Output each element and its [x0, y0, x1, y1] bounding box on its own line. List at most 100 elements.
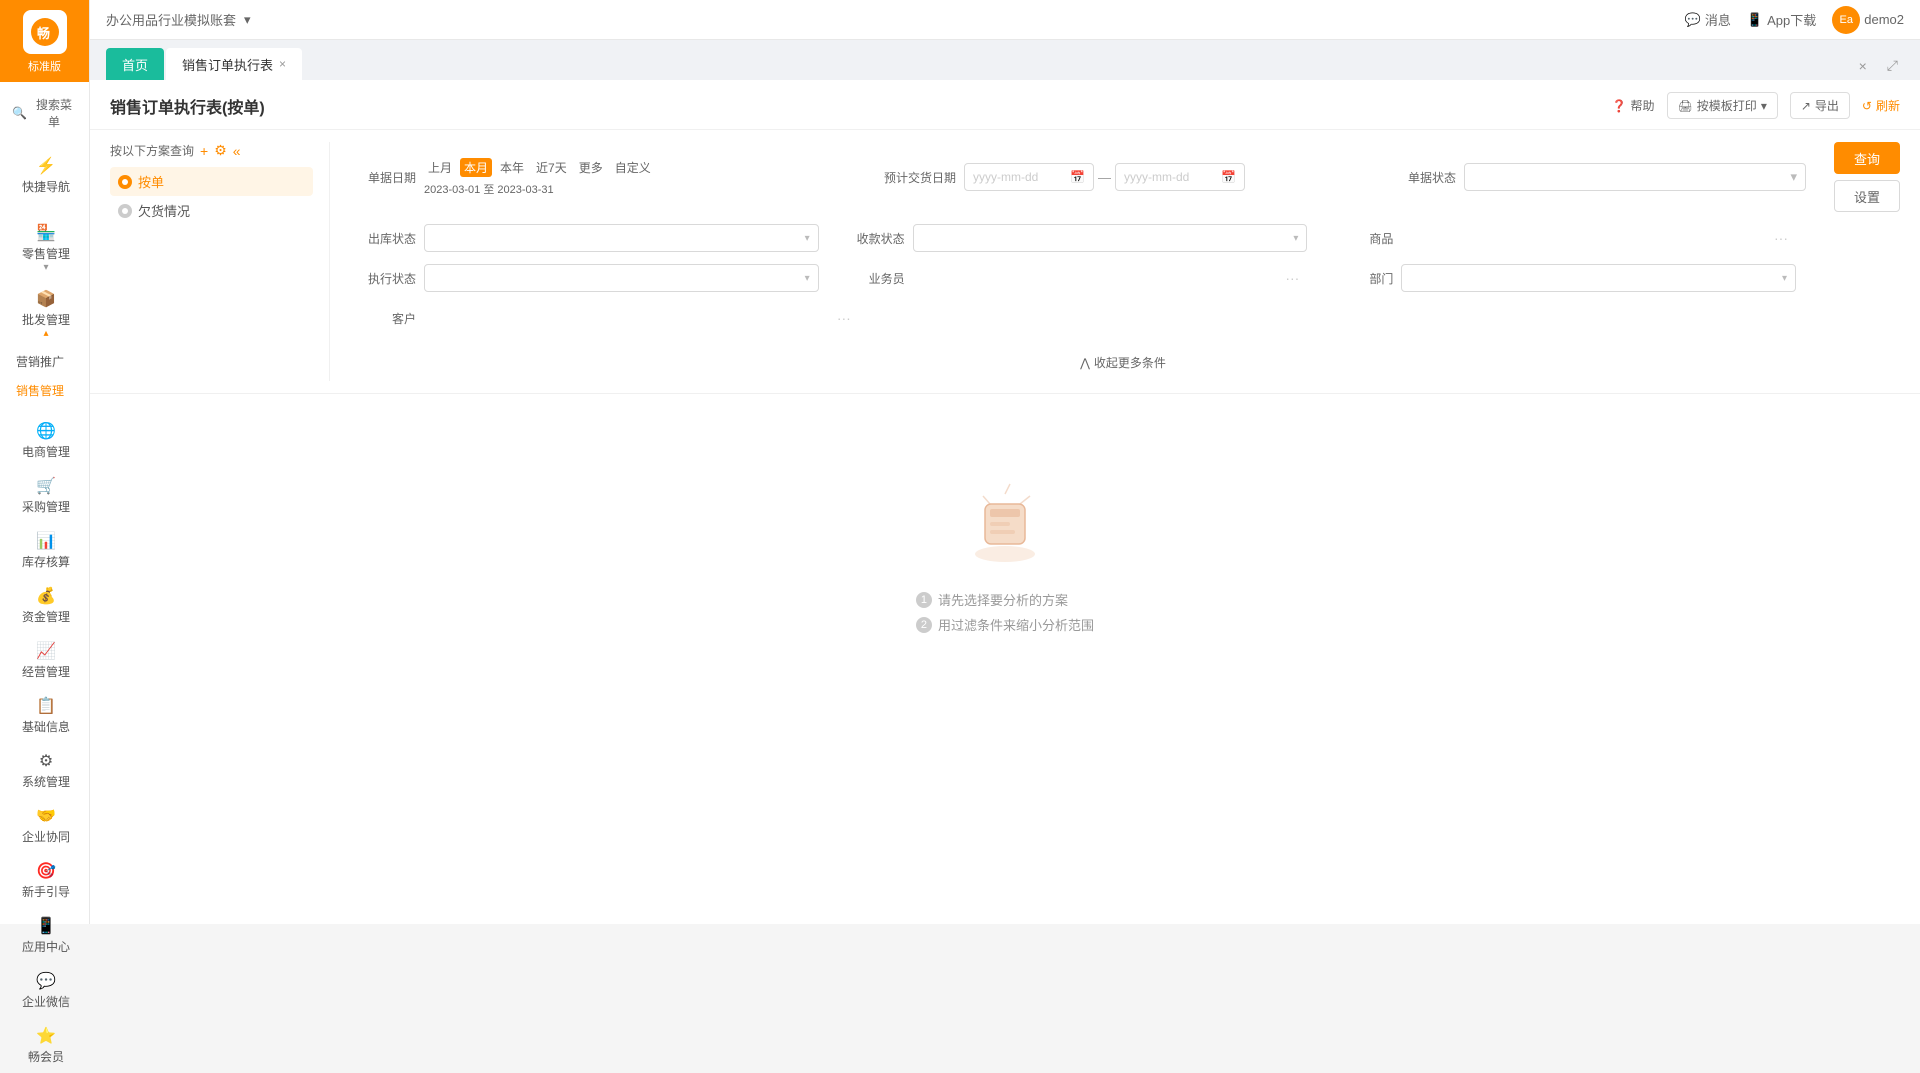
topbar-right: 💬 消息 📱 App下载 Ea demo2	[1685, 6, 1904, 34]
goods-select[interactable]: ···	[1401, 224, 1796, 252]
date-tab-custom[interactable]: 自定义	[611, 158, 655, 177]
sidebar-item-inventory[interactable]: 📊 库存核算	[0, 523, 89, 578]
filter-scheme-item-欠货情况[interactable]: 欠货情况	[110, 196, 313, 225]
logo-icon: 畅	[23, 10, 67, 54]
filter-field-delivery: 预计交货日期 yyyy-mm-dd 📅 — yyyy-mm-dd 📅	[866, 163, 1370, 191]
filter-left-panel: 按以下方案查询 + ⚙ « 按单 欠货情况	[110, 142, 330, 381]
date-range-tabs: 上月 本月 本年 近7天 更多 自定义	[424, 158, 850, 177]
refresh-icon: ↺	[1862, 99, 1872, 113]
salesperson-label: 业务员	[835, 270, 905, 287]
topbar-arrow[interactable]: ▾	[244, 12, 251, 28]
sidebar-sub-item-sales[interactable]: 销售管理	[0, 376, 89, 405]
add-scheme-button[interactable]: +	[200, 143, 208, 159]
message-label: 消息	[1705, 10, 1731, 29]
sidebar-item-ecommerce[interactable]: 🌐 电商管理	[0, 413, 89, 468]
delivery-start-placeholder: yyyy-mm-dd	[973, 170, 1038, 184]
sidebar-item-shortcuts[interactable]: ⚡ 快捷导航	[0, 148, 89, 203]
print-arrow-icon: ▾	[1761, 99, 1767, 113]
sidebar-item-enterprise[interactable]: 🤝 企业协同	[0, 798, 89, 853]
tab-close-window-button[interactable]: ×	[1853, 56, 1873, 76]
tab-maximize-button[interactable]: ⤢	[1881, 55, 1904, 76]
sidebar-item-finance[interactable]: 💰 资金管理	[0, 578, 89, 633]
delivery-end-input[interactable]: yyyy-mm-dd 📅	[1115, 163, 1245, 191]
filter-field-goods: 商品 ···	[1323, 224, 1796, 252]
sidebar-item-wholesale[interactable]: 📦 批发管理 ▴	[0, 281, 89, 347]
customer-select[interactable]: ···	[424, 304, 859, 332]
app-download-button[interactable]: 📱 App下载	[1747, 10, 1816, 29]
user-name: demo2	[1864, 12, 1904, 27]
query-button[interactable]: 查询	[1834, 142, 1900, 174]
department-label: 部门	[1323, 270, 1393, 287]
sidebar-item-basic[interactable]: 📋 基础信息	[0, 688, 89, 743]
date-field-container: 上月 本月 本年 近7天 更多 自定义 2023-03-01 至 2023-03…	[424, 158, 850, 197]
tab-home[interactable]: 首页	[106, 48, 164, 80]
scheme-label-欠货情况: 欠货情况	[138, 201, 190, 220]
tabbar: 首页 销售订单执行表 × × ⤢	[90, 40, 1920, 80]
help-label: 帮助	[1631, 97, 1655, 114]
collapse-label: 收起更多条件	[1094, 354, 1166, 371]
delivery-end-placeholder: yyyy-mm-dd	[1124, 170, 1189, 184]
scheme-dot-orange	[118, 175, 132, 189]
sidebar-item-wechat[interactable]: 💬 企业微信	[0, 963, 89, 1018]
goods-dots[interactable]: ···	[1774, 230, 1788, 246]
collapse-scheme-button[interactable]: «	[233, 143, 241, 159]
empty-tip-1: 1 请先选择要分析的方案	[916, 590, 1094, 609]
search-menu-button[interactable]: 🔍 搜索菜单	[8, 92, 81, 134]
collapse-more-button[interactable]: ⋀ 收起更多条件	[1074, 348, 1172, 377]
user-profile[interactable]: Ea demo2	[1832, 6, 1904, 34]
sidebar-item-operations[interactable]: 📈 经营管理	[0, 633, 89, 688]
calendar-icon-2: 📅	[1221, 170, 1236, 184]
page-header-actions: ❓ 帮助 🖨 按模板打印 ▾ ↗ 导出 ↺ 刷新	[1612, 92, 1900, 119]
salesperson-select[interactable]: ···	[913, 264, 1308, 292]
execution-label: 执行状态	[346, 270, 416, 287]
topbar-left: 办公用品行业模拟账套 ▾	[106, 10, 251, 29]
salesperson-dots[interactable]: ···	[1285, 270, 1299, 286]
logo-text: 标准版	[28, 58, 61, 74]
sidebar-item-system[interactable]: ⚙ 系统管理	[0, 743, 89, 798]
sidebar-item-retail[interactable]: 🏪 零售管理 ▾	[0, 215, 89, 281]
filter-field-execution: 执行状态 ▾	[346, 264, 819, 292]
refresh-button[interactable]: ↺ 刷新	[1862, 97, 1900, 114]
status-select[interactable]: ▾	[1464, 163, 1806, 191]
sidebar-sub-item-marketing[interactable]: 营销推广	[0, 347, 89, 376]
execution-select[interactable]: ▾	[424, 264, 819, 292]
status-select-arrow: ▾	[1790, 169, 1797, 185]
collection-select[interactable]: ▾	[913, 224, 1308, 252]
date-tab-this-year[interactable]: 本年	[496, 158, 528, 177]
print-button[interactable]: 🖨 按模板打印 ▾	[1667, 92, 1778, 119]
customer-label: 客户	[346, 310, 416, 327]
page-header: 销售订单执行表(按单) ❓ 帮助 🖨 按模板打印 ▾ ↗ 导出 ↺ 刷新	[90, 80, 1920, 130]
filter-field-customer: 客户 ···	[346, 304, 859, 332]
message-icon: 💬	[1685, 12, 1701, 28]
message-button[interactable]: 💬 消息	[1685, 10, 1731, 29]
sidebar-item-purchase[interactable]: 🛒 采购管理	[0, 468, 89, 523]
date-tab-last-month[interactable]: 上月	[424, 158, 456, 177]
tab-home-label: 首页	[122, 55, 148, 74]
customer-dots[interactable]: ···	[837, 310, 851, 326]
filter-field-outbound: 出库状态 ▾	[346, 224, 819, 252]
tip-text-2: 用过滤条件来缩小分析范围	[938, 615, 1094, 634]
outbound-arrow: ▾	[805, 233, 810, 244]
tab-close-icon[interactable]: ×	[279, 57, 286, 71]
settings-button[interactable]: 设置	[1834, 180, 1900, 212]
filter-area: 按以下方案查询 + ⚙ « 按单 欠货情况	[90, 130, 1920, 394]
sidebar-item-apps[interactable]: 📱 应用中心	[0, 908, 89, 963]
sidebar-search[interactable]: 🔍 搜索菜单	[0, 82, 89, 144]
date-tab-this-month[interactable]: 本月	[460, 158, 492, 177]
filter-scheme-item-按单[interactable]: 按单	[110, 167, 313, 196]
date-tab-more[interactable]: 更多	[575, 158, 607, 177]
date-tab-7days[interactable]: 近7天	[532, 158, 571, 177]
app-download-label: App下载	[1767, 10, 1816, 29]
setting-scheme-button[interactable]: ⚙	[214, 142, 227, 159]
avatar: Ea	[1832, 6, 1860, 34]
help-button[interactable]: ❓ 帮助	[1612, 97, 1655, 114]
filter-rows: 单据日期 上月 本月 本年 近7天 更多 自定义 20	[346, 142, 1900, 381]
sidebar-item-newbie[interactable]: 🎯 新手引导	[0, 853, 89, 908]
outbound-select[interactable]: ▾	[424, 224, 819, 252]
tip-text-1: 请先选择要分析的方案	[938, 590, 1068, 609]
department-select[interactable]: ▾	[1401, 264, 1796, 292]
sidebar-item-member[interactable]: ⭐ 畅会员	[0, 1018, 89, 1073]
export-button[interactable]: ↗ 导出	[1790, 92, 1850, 119]
tab-sales-execution[interactable]: 销售订单执行表 ×	[166, 48, 302, 80]
delivery-start-input[interactable]: yyyy-mm-dd 📅	[964, 163, 1094, 191]
